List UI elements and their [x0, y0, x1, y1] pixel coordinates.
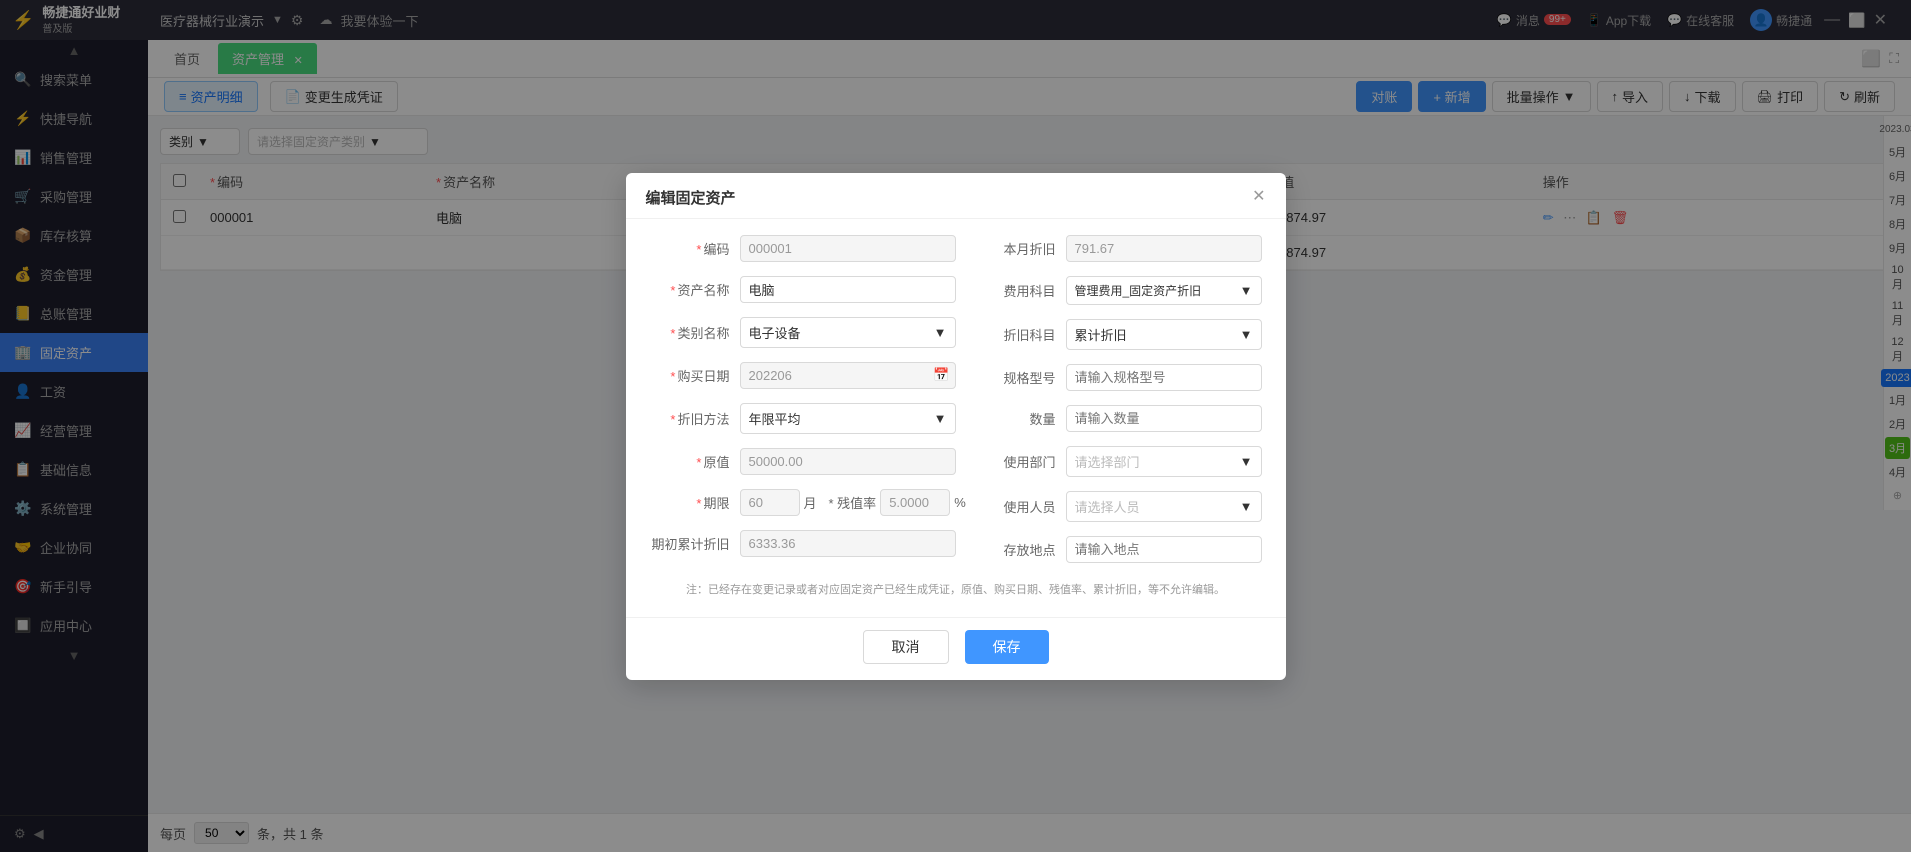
depr-method-label: 折旧方法 [677, 412, 729, 427]
location-label: 存放地点 [1003, 543, 1055, 558]
dropdown-icon: ▼ [934, 325, 947, 340]
spec-model-input[interactable] [1066, 364, 1262, 391]
modal-left-section: *编码 *资产名称 *类别名称 [650, 235, 956, 577]
initial-accum-depr-input[interactable] [740, 530, 956, 557]
spec-model-label: 规格型号 [1003, 371, 1055, 386]
category-select[interactable]: 电子设备 ▼ [740, 317, 956, 348]
purchase-date-label: 购买日期 [677, 369, 729, 384]
modal-close-btn[interactable]: ✕ [1252, 189, 1265, 205]
depr-subject-select[interactable]: 累计折旧 ▼ [1066, 319, 1262, 350]
modal-title: 编辑固定资产 [646, 187, 736, 208]
dropdown-icon: ▼ [1240, 454, 1253, 469]
asset-name-input[interactable] [740, 276, 956, 303]
asset-name-label: 资产名称 [677, 283, 729, 298]
modal-note: 注：已经存在变更记录或者对应固定资产已经生成凭证，原值、购买日期、残值率、累计折… [650, 577, 1262, 605]
dropdown-icon: ▼ [1240, 499, 1253, 514]
dept-placeholder: 请选择部门 [1075, 452, 1140, 471]
dept-select[interactable]: 请选择部门 ▼ [1066, 446, 1262, 477]
code-label: 编码 [703, 242, 729, 257]
expense-subject-label: 费用科目 [1003, 284, 1055, 299]
dropdown-icon: ▼ [934, 411, 947, 426]
residual-rate-input[interactable] [880, 489, 950, 516]
purchase-date-input[interactable] [740, 362, 956, 389]
edit-asset-modal: 编辑固定资产 ✕ *编码 *资产名称 [626, 173, 1286, 680]
user-placeholder: 请选择人员 [1075, 497, 1140, 516]
initial-accum-depr-label: 期初累计折旧 [651, 537, 729, 552]
depr-method-select[interactable]: 年限平均 ▼ [740, 403, 956, 434]
quantity-input[interactable] [1066, 405, 1262, 432]
dept-label: 使用部门 [1003, 455, 1055, 470]
calendar-icon[interactable]: 📅 [933, 367, 949, 383]
depr-method-value: 年限平均 [749, 409, 801, 428]
dropdown-icon: ▼ [1240, 283, 1253, 298]
original-value-label: 原值 [703, 455, 729, 470]
period-label: 期限 [703, 496, 729, 511]
code-input[interactable] [740, 235, 956, 262]
user-label: 使用人员 [1003, 500, 1055, 515]
expense-subject-value: 管理费用_固定资产折旧 [1075, 282, 1202, 299]
residual-rate-label: * 残值率 [829, 493, 877, 512]
depr-subject-label: 折旧科目 [1003, 328, 1055, 343]
category-label: 类别名称 [677, 326, 729, 341]
period-unit: 月 [804, 493, 817, 512]
monthly-depr-label: 本月折旧 [1003, 242, 1055, 257]
user-select[interactable]: 请选择人员 ▼ [1066, 491, 1262, 522]
monthly-depr-input [1066, 235, 1262, 262]
cancel-button[interactable]: 取消 [863, 630, 949, 664]
modal-right-section: 本月折旧 费用科目 管理费用_固定资产折旧 ▼ [956, 235, 1262, 577]
original-value-input[interactable] [740, 448, 956, 475]
period-input[interactable] [740, 489, 800, 516]
save-button[interactable]: 保存 [965, 630, 1049, 664]
category-value: 电子设备 [749, 323, 801, 342]
depr-subject-value: 累计折旧 [1075, 325, 1127, 344]
location-input[interactable] [1066, 536, 1262, 563]
expense-subject-select[interactable]: 管理费用_固定资产折旧 ▼ [1066, 276, 1262, 305]
modal-overlay: 编辑固定资产 ✕ *编码 *资产名称 [0, 0, 1911, 852]
quantity-label: 数量 [1029, 412, 1055, 427]
dropdown-icon: ▼ [1240, 327, 1253, 342]
